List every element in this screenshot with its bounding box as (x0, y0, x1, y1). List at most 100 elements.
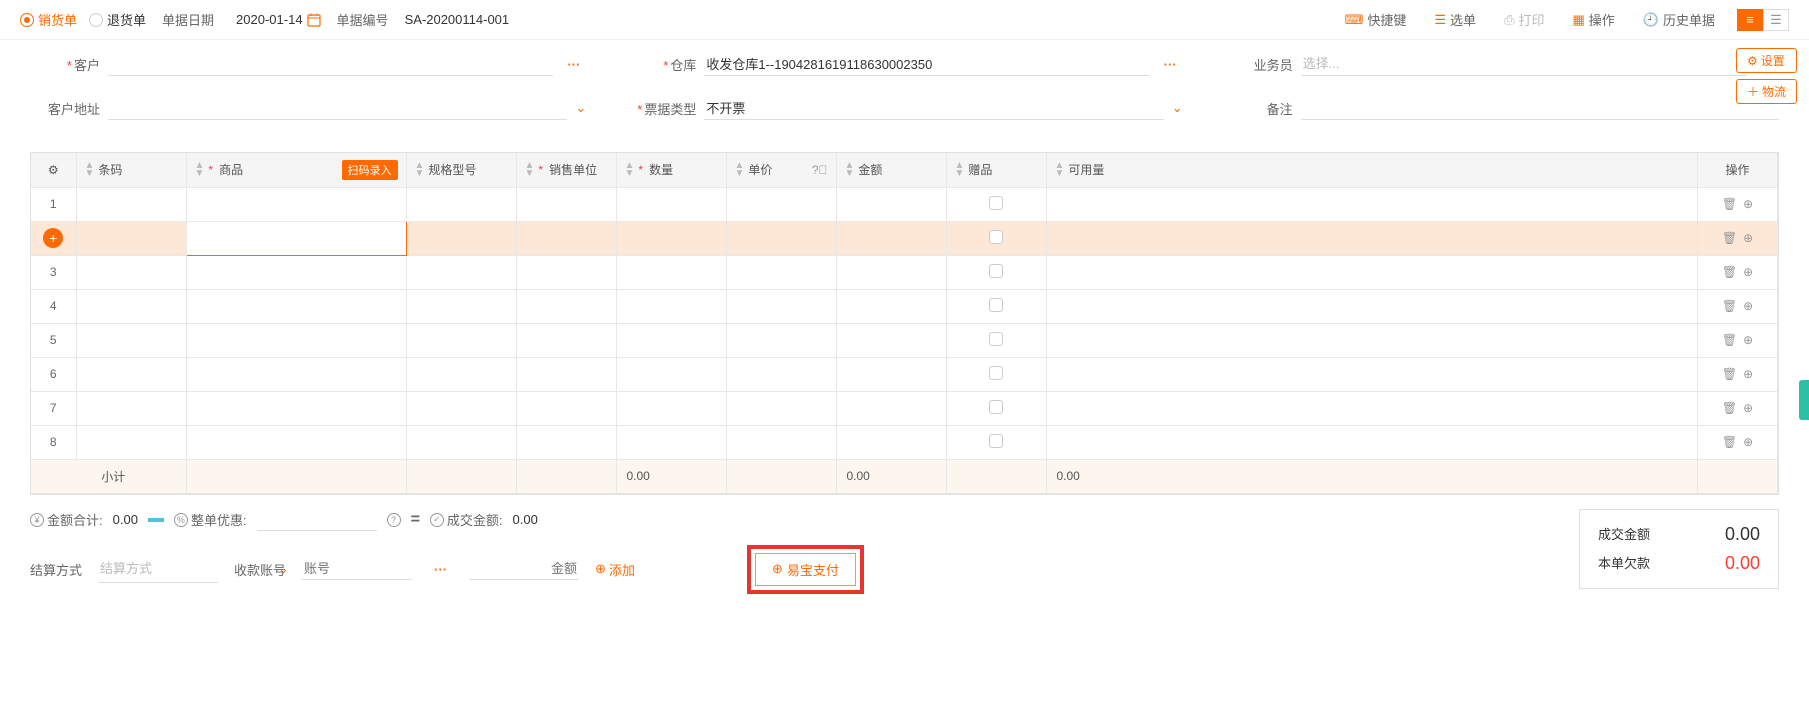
more-icon[interactable]: ··· (561, 57, 586, 72)
sort-icon[interactable]: ▲▼ (1055, 162, 1065, 178)
qty-cell[interactable] (616, 323, 726, 357)
price-cell[interactable] (726, 255, 836, 289)
available-cell[interactable] (1046, 221, 1698, 255)
select-order-button[interactable]: ☰选单 (1428, 8, 1482, 31)
table-row[interactable]: 1🗑⊕ (31, 187, 1778, 221)
available-cell[interactable] (1046, 323, 1698, 357)
unit-cell[interactable] (516, 391, 616, 425)
unit-cell[interactable] (516, 187, 616, 221)
qty-cell[interactable] (616, 425, 726, 459)
warehouse-input[interactable] (704, 52, 1149, 76)
product-cell[interactable] (186, 255, 406, 289)
barcode-cell[interactable] (76, 255, 186, 289)
gift-checkbox[interactable] (989, 298, 1003, 312)
qty-cell[interactable] (616, 187, 726, 221)
customer-input[interactable] (108, 52, 553, 76)
sort-icon[interactable]: ▲▼ (625, 162, 635, 178)
price-cell[interactable] (726, 187, 836, 221)
add-row-icon[interactable]: ⊕ (1743, 231, 1753, 245)
amount-cell[interactable] (836, 425, 946, 459)
help-icon[interactable]: ? (387, 513, 401, 527)
gift-checkbox[interactable] (989, 366, 1003, 380)
delete-row-icon[interactable]: 🗑 (1722, 333, 1737, 347)
add-row-icon[interactable]: ⊕ (1743, 197, 1753, 211)
product-cell[interactable] (186, 391, 406, 425)
sort-icon[interactable]: ▲▼ (735, 162, 745, 178)
gift-checkbox[interactable] (989, 230, 1003, 244)
table-row[interactable]: 4🗑⊕ (31, 289, 1778, 323)
delete-row-icon[interactable]: 🗑 (1722, 231, 1737, 245)
add-row-icon[interactable]: ⊕ (1743, 401, 1753, 415)
barcode-cell[interactable] (76, 289, 186, 323)
discount-input[interactable] (257, 509, 377, 531)
barcode-cell[interactable] (76, 221, 186, 255)
operate-button[interactable]: ▦操作 (1566, 8, 1620, 31)
spec-cell[interactable] (406, 221, 516, 255)
table-row[interactable]: 5🗑⊕ (31, 323, 1778, 357)
add-row-icon[interactable]: ⊕ (1743, 435, 1753, 449)
unit-cell[interactable] (516, 323, 616, 357)
product-cell[interactable] (186, 289, 406, 323)
add-row-icon[interactable]: + (43, 228, 63, 248)
qty-cell[interactable] (616, 255, 726, 289)
table-row[interactable]: 7🗑⊕ (31, 391, 1778, 425)
shortcut-button[interactable]: ⌨快捷键 (1339, 8, 1413, 31)
amount-cell[interactable] (836, 357, 946, 391)
more-icon[interactable]: ··· (428, 562, 453, 577)
unit-cell[interactable] (516, 255, 616, 289)
qty-cell[interactable] (616, 357, 726, 391)
radio-return-order[interactable]: 退货单 (89, 10, 146, 29)
barcode-cell[interactable] (76, 323, 186, 357)
gift-checkbox[interactable] (989, 434, 1003, 448)
gift-checkbox[interactable] (989, 400, 1003, 414)
scan-input-badge[interactable]: 扫码录入 (342, 160, 398, 180)
barcode-cell[interactable] (76, 425, 186, 459)
amount-cell[interactable] (836, 391, 946, 425)
invoice-type-input[interactable] (704, 96, 1163, 120)
barcode-cell[interactable] (76, 357, 186, 391)
amount-cell[interactable] (836, 221, 946, 255)
qty-cell[interactable] (616, 289, 726, 323)
amount-input[interactable] (469, 558, 579, 580)
unit-cell[interactable] (516, 357, 616, 391)
price-cell[interactable] (726, 323, 836, 357)
table-row[interactable]: + 🗑 ⊕ (31, 221, 1778, 255)
qty-cell[interactable] (616, 221, 726, 255)
date-value-group[interactable]: 2020-01-14 (230, 12, 321, 27)
account-input[interactable] (302, 558, 412, 580)
help-icon[interactable]: ?⃝ (812, 163, 828, 177)
delete-row-icon[interactable]: 🗑 (1722, 435, 1737, 449)
gift-checkbox[interactable] (989, 196, 1003, 210)
spec-cell[interactable] (406, 187, 516, 221)
gift-checkbox[interactable] (989, 264, 1003, 278)
add-row-icon[interactable]: ⊕ (1743, 333, 1753, 347)
salesperson-input[interactable] (1301, 52, 1746, 76)
delete-row-icon[interactable]: 🗑 (1722, 367, 1737, 381)
available-cell[interactable] (1046, 425, 1698, 459)
sort-icon[interactable]: ▲▼ (525, 162, 535, 178)
available-cell[interactable] (1046, 391, 1698, 425)
product-cell[interactable] (186, 357, 406, 391)
gift-checkbox[interactable] (989, 332, 1003, 346)
logistics-button[interactable]: ＋物流 (1736, 79, 1797, 104)
add-row-icon[interactable]: ⊕ (1743, 265, 1753, 279)
price-cell[interactable] (726, 221, 836, 255)
delete-row-icon[interactable]: 🗑 (1722, 401, 1737, 415)
spec-cell[interactable] (406, 391, 516, 425)
yeepay-button[interactable]: ⊕易宝支付 (755, 553, 856, 586)
spec-cell[interactable] (406, 289, 516, 323)
unit-cell[interactable] (516, 425, 616, 459)
view-detail-button[interactable]: ☰ (1763, 9, 1789, 31)
unit-cell[interactable] (516, 289, 616, 323)
price-cell[interactable] (726, 391, 836, 425)
product-cell[interactable] (186, 187, 406, 221)
address-input[interactable] (108, 96, 567, 120)
table-row[interactable]: 6🗑⊕ (31, 357, 1778, 391)
delete-row-icon[interactable]: 🗑 (1722, 299, 1737, 313)
barcode-cell[interactable] (76, 187, 186, 221)
settings-button[interactable]: ⚙设置 (1736, 48, 1797, 73)
chevron-down-icon[interactable]: ⌄ (1172, 100, 1183, 116)
remark-input[interactable] (1301, 96, 1779, 120)
sort-icon[interactable]: ▲▼ (415, 162, 425, 178)
price-cell[interactable] (726, 289, 836, 323)
